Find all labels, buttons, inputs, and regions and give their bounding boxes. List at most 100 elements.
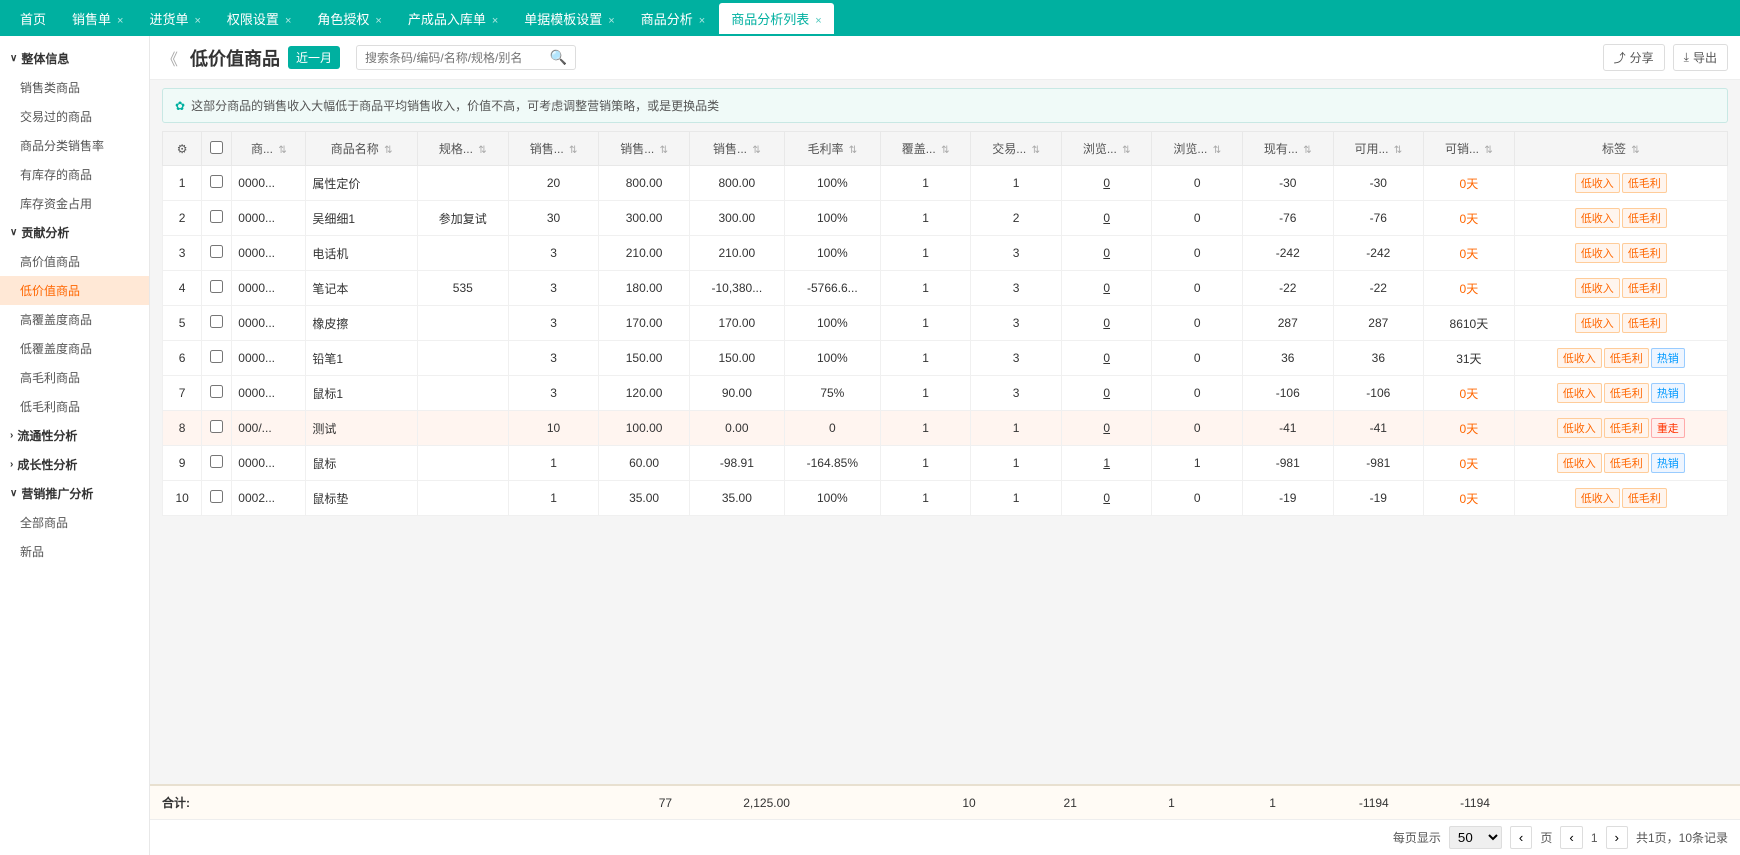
cell-stock2: -76 [1333, 201, 1424, 236]
th-trade[interactable]: 交易... ⇅ [971, 132, 1062, 166]
share-icon: ⤴ [1614, 49, 1626, 66]
tag-低毛利: 低毛利 [1622, 313, 1667, 333]
cell-days: 8610天 [1424, 306, 1515, 341]
nav-item-permissions[interactable]: 权限设置× [215, 3, 303, 34]
cell-tags: 低收入低毛利重走 [1514, 411, 1727, 446]
prev-page-button[interactable]: ‹ [1560, 826, 1582, 849]
row-checkbox[interactable] [210, 315, 223, 328]
th-checkbox[interactable] [202, 132, 232, 166]
cell-checkbox[interactable] [202, 166, 232, 201]
sidebar-item-high-profit[interactable]: 高毛利商品 [0, 363, 149, 392]
cell-checkbox[interactable] [202, 236, 232, 271]
th-name[interactable]: 商品名称 ⇅ [306, 132, 417, 166]
sidebar-item-low-coverage[interactable]: 低覆盖度商品 [0, 334, 149, 363]
cell-checkbox[interactable] [202, 446, 232, 481]
row-checkbox[interactable] [210, 385, 223, 398]
row-checkbox[interactable] [210, 420, 223, 433]
cell-browse1[interactable]: 0 [1061, 306, 1152, 341]
th-s2[interactable]: 销售... ⇅ [599, 132, 690, 166]
sidebar-item-all-products[interactable]: 全部商品 [0, 508, 149, 537]
nav-item-analysis-list[interactable]: 商品分析列表× [719, 3, 833, 34]
nav-home[interactable]: 首页 [8, 3, 58, 34]
cell-checkbox[interactable] [202, 271, 232, 306]
cell-browse1[interactable]: 0 [1061, 481, 1152, 516]
th-code[interactable]: 商... ⇅ [232, 132, 306, 166]
cell-seq: 3 [163, 236, 202, 271]
th-s1[interactable]: 销售... ⇅ [508, 132, 599, 166]
cell-spec [417, 446, 508, 481]
th-spec[interactable]: 规格... ⇅ [417, 132, 508, 166]
cell-browse1[interactable]: 0 [1061, 411, 1152, 446]
next-page-button[interactable]: › [1606, 826, 1628, 849]
first-page-button[interactable]: ‹ [1510, 826, 1532, 849]
nav-item-template[interactable]: 单据模板设置× [512, 3, 626, 34]
th-tags[interactable]: 标签 ⇅ [1514, 132, 1727, 166]
period-button[interactable]: 近一月 [288, 46, 340, 69]
th-browse1[interactable]: 浏览... ⇅ [1061, 132, 1152, 166]
table-header-row: ⚙ 商... ⇅ 商品名称 ⇅ 规格... ⇅ 销售... ⇅ 销售... ⇅ … [163, 132, 1728, 166]
search-input[interactable] [365, 51, 550, 65]
th-stock2[interactable]: 可用... ⇅ [1333, 132, 1424, 166]
th-cover[interactable]: 覆盖... ⇅ [880, 132, 971, 166]
sidebar-item-traded-products[interactable]: 交易过的商品 [0, 102, 149, 131]
nav-item-products-in[interactable]: 产成品入库单× [396, 3, 510, 34]
cell-browse1[interactable]: 0 [1061, 236, 1152, 271]
footer-cell-trade: 21 [1020, 796, 1121, 810]
sidebar-item-high-value[interactable]: 高价值商品 [0, 247, 149, 276]
th-settings[interactable]: ⚙ [163, 132, 202, 166]
th-s3[interactable]: 销售... ⇅ [689, 132, 784, 166]
cell-checkbox[interactable] [202, 376, 232, 411]
th-browse2[interactable]: 浏览... ⇅ [1152, 132, 1243, 166]
cell-browse1[interactable]: 0 [1061, 376, 1152, 411]
export-button[interactable]: ⤓ 导出 [1673, 44, 1728, 71]
row-checkbox[interactable] [210, 455, 223, 468]
row-checkbox[interactable] [210, 350, 223, 363]
page-title: 低价值商品 [190, 45, 280, 71]
sidebar-item-high-coverage[interactable]: 高覆盖度商品 [0, 305, 149, 334]
select-all-checkbox[interactable] [210, 141, 223, 154]
th-gross[interactable]: 毛利率 ⇅ [784, 132, 880, 166]
sidebar-item-low-value[interactable]: 低价值商品 [0, 276, 149, 305]
sidebar-group-marketing[interactable]: ∨ 营销推广分析 [0, 479, 149, 508]
row-checkbox[interactable] [210, 490, 223, 503]
row-checkbox[interactable] [210, 280, 223, 293]
cell-checkbox[interactable] [202, 481, 232, 516]
cell-checkbox[interactable] [202, 306, 232, 341]
nav-item-sales[interactable]: 销售单× [60, 3, 135, 34]
notice-bar: ✿ 这部分商品的销售收入大幅低于商品平均销售收入，价值不高，可考虑调整营销策略，… [162, 88, 1728, 123]
page-size-select[interactable]: 50 100 [1449, 826, 1502, 849]
nav-item-purchase[interactable]: 进货单× [137, 3, 212, 34]
row-checkbox[interactable] [210, 175, 223, 188]
cell-checkbox[interactable] [202, 411, 232, 446]
sidebar-item-sales-products[interactable]: 销售类商品 [0, 73, 149, 102]
sidebar-group-overview[interactable]: ∨ 整体信息 [0, 44, 149, 73]
cell-browse1[interactable]: 0 [1061, 341, 1152, 376]
cell-checkbox[interactable] [202, 341, 232, 376]
th-days[interactable]: 可销... ⇅ [1424, 132, 1515, 166]
cell-gross: 100% [784, 236, 880, 271]
share-button[interactable]: ⤴ 分享 [1603, 44, 1665, 71]
sidebar-item-stock-capital[interactable]: 库存资金占用 [0, 189, 149, 218]
sidebar-group-growth[interactable]: › 成长性分析 [0, 450, 149, 479]
sidebar-item-category-sales-rate[interactable]: 商品分类销售率 [0, 131, 149, 160]
row-checkbox[interactable] [210, 210, 223, 223]
collapse-sidebar-button[interactable]: 《 [162, 46, 178, 70]
sidebar-item-new-products[interactable]: 新品 [0, 537, 149, 566]
sidebar-group-contribution[interactable]: ∨ 贡献分析 [0, 218, 149, 247]
th-stock1[interactable]: 现有... ⇅ [1243, 132, 1334, 166]
row-checkbox[interactable] [210, 245, 223, 258]
cell-s2: 150.00 [599, 341, 690, 376]
cell-browse1[interactable]: 0 [1061, 271, 1152, 306]
cell-tags: 低收入低毛利 [1514, 481, 1727, 516]
sidebar-item-stocked-products[interactable]: 有库存的商品 [0, 160, 149, 189]
cell-browse1[interactable]: 0 [1061, 201, 1152, 236]
cell-checkbox[interactable] [202, 201, 232, 236]
sidebar-group-liquidity[interactable]: › 流通性分析 [0, 421, 149, 450]
cell-browse1[interactable]: 1 [1061, 446, 1152, 481]
nav-item-roles[interactable]: 角色授权× [305, 3, 393, 34]
nav-item-analysis[interactable]: 商品分析× [629, 3, 717, 34]
cell-browse1[interactable]: 0 [1061, 166, 1152, 201]
sidebar-item-low-profit[interactable]: 低毛利商品 [0, 392, 149, 421]
cell-browse2: 0 [1152, 306, 1243, 341]
cell-stock2: -30 [1333, 166, 1424, 201]
